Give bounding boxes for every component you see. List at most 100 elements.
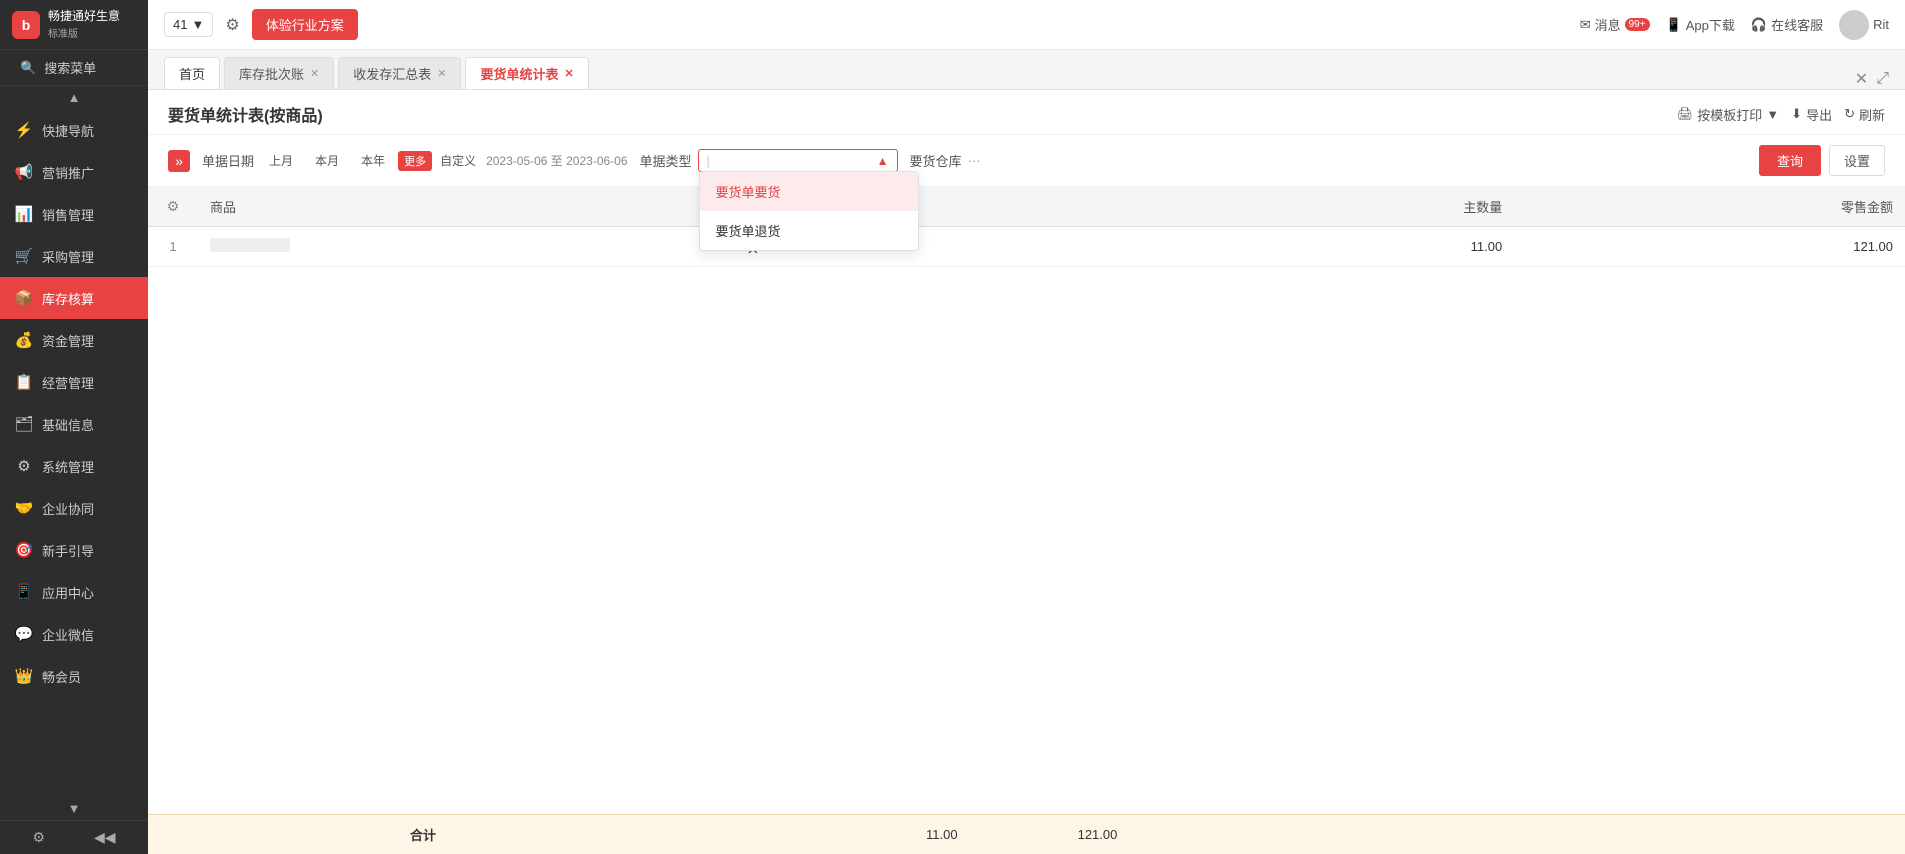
sidebar-item-system[interactable]: ⚙ 系统管理 [0, 445, 148, 487]
refresh-btn[interactable]: ↻ 刷新 [1844, 105, 1885, 124]
filter-doctype-group: 单据类型 | ▲ 要货单要货 要货单退货 [640, 149, 898, 172]
wechat-icon: 💬 [14, 624, 34, 644]
tab-close-all-icon[interactable]: ✕ [1855, 69, 1868, 89]
app-download-label: App下载 [1686, 15, 1735, 34]
sidebar-search[interactable]: 🔍 搜索菜单 [0, 50, 148, 86]
sidebar-item-vip[interactable]: 👑 畅会员 [0, 655, 148, 697]
messages-badge: 99+ [1625, 18, 1650, 31]
doctype-dropdown-menu: 要货单要货 要货单退货 [699, 171, 919, 251]
app-logo-icon: b [12, 11, 40, 39]
phone-icon: 📱 [1666, 17, 1682, 33]
sidebar-scroll-down[interactable]: ▼ [0, 797, 148, 820]
tab-receivable-label: 收发存汇总表 [353, 64, 431, 83]
sidebar: b 畅捷通好生意 标准版 🔍 搜索菜单 ▲ ⚡ 快捷导航 📢 营销推广 📊 销售… [0, 0, 148, 854]
footer-amount: 121.00 [1078, 827, 1118, 842]
footer-qty: 11.00 [926, 827, 958, 842]
filter-doctype-value: | [707, 153, 871, 168]
export-btn[interactable]: ⬇ 导出 [1791, 105, 1832, 124]
print-chevron-icon: ▼ [1766, 107, 1779, 122]
filter-warehouse-group: 要货仓库 ··· [910, 151, 981, 170]
sidebar-collapse-icon[interactable]: ◀◀ [94, 829, 116, 846]
filter-date-custom[interactable]: 自定义 [436, 150, 480, 171]
sidebar-item-finance[interactable]: 💰 资金管理 [0, 319, 148, 361]
trial-btn[interactable]: 体验行业方案 [252, 9, 358, 40]
refresh-label: 刷新 [1859, 105, 1885, 124]
dropdown-item-return[interactable]: 要货单退货 [700, 211, 918, 250]
sidebar-item-label: 企业协同 [42, 499, 94, 518]
dropdown-item-order[interactable]: 要货单要货 [700, 172, 918, 211]
sidebar-scroll-up[interactable]: ▲ [0, 86, 148, 109]
export-label: 导出 [1806, 105, 1832, 124]
product-placeholder [210, 238, 290, 252]
filter-date-label: 单据日期 [202, 151, 254, 170]
tab-requisition[interactable]: 要货单统计表 ✕ [465, 57, 588, 89]
main: 41 ▼ ⚙ 体验行业方案 ✉ 消息 99+ 📱 App下载 🎧 在线客服 R [148, 0, 1905, 854]
cell-amount: 121.00 [1514, 227, 1905, 267]
page-title: 要货单统计表(按商品) [168, 102, 323, 126]
messages-btn[interactable]: ✉ 消息 99+ [1580, 15, 1650, 34]
sidebar-item-sales[interactable]: 📊 销售管理 [0, 193, 148, 235]
sidebar-logo: b 畅捷通好生意 标准版 [0, 0, 148, 50]
search-icon: 🔍 [20, 60, 36, 76]
filter-date-curmonth[interactable]: 本月 [306, 149, 348, 172]
app-download-btn[interactable]: 📱 App下载 [1666, 15, 1735, 34]
app-logo-sub: 标准版 [48, 25, 120, 40]
col-qty: 主数量 [1190, 187, 1514, 227]
table-footer: 合计 11.00 121.00 [148, 814, 1905, 854]
sidebar-item-enterprise[interactable]: 🤝 企业协同 [0, 487, 148, 529]
sidebar-item-operation[interactable]: 📋 经营管理 [0, 361, 148, 403]
print-btn[interactable]: 🖨 按模板打印 ▼ [1677, 105, 1779, 124]
topbar-right: ✉ 消息 99+ 📱 App下载 🎧 在线客服 Rit [1580, 10, 1889, 40]
filter-doctype-dropdown[interactable]: | ▲ 要货单要货 要货单退货 [698, 149, 898, 172]
sidebar-item-wechat[interactable]: 💬 企业微信 [0, 613, 148, 655]
chevron-down-icon: ▼ [191, 17, 204, 32]
filter-date-group: 单据日期 上月 本月 本年 更多 自定义 2023-05-06 至 2023-0… [202, 149, 628, 172]
filter-date-7days[interactable]: 更多 [398, 151, 432, 171]
base-icon: 🗂 [14, 414, 34, 434]
sidebar-item-base[interactable]: 🗂 基础信息 [0, 403, 148, 445]
tab-expand-icon[interactable]: ⤢ [1876, 70, 1889, 88]
tab-batch-close[interactable]: ✕ [310, 67, 319, 80]
print-icon: 🖨 [1677, 106, 1694, 122]
inventory-icon: 📦 [14, 288, 34, 308]
tab-requisition-close[interactable]: ✕ [565, 67, 574, 80]
tab-home[interactable]: 首页 [164, 57, 220, 89]
system-icon: ⚙ [14, 456, 34, 476]
filter-expand-btn[interactable]: » [168, 150, 190, 172]
query-btn[interactable]: 查询 [1759, 145, 1821, 176]
shortcut-icon: ⚡ [14, 120, 34, 140]
sidebar-item-label: 库存核算 [42, 289, 94, 308]
org-selector[interactable]: 41 ▼ [164, 12, 213, 37]
org-selector-value: 41 [173, 17, 187, 32]
user-menu[interactable]: Rit [1839, 10, 1889, 40]
filter-date-curyear[interactable]: 本年 [352, 149, 394, 172]
filter-bar: » 单据日期 上月 本月 本年 更多 自定义 2023-05-06 至 2023… [148, 135, 1905, 187]
page-header: 要货单统计表(按商品) 🖨 按模板打印 ▼ ⬇ 导出 ↻ 刷新 [148, 90, 1905, 135]
filter-warehouse-more[interactable]: ··· [968, 153, 981, 168]
filter-date-lastmonth[interactable]: 上月 [260, 149, 302, 172]
vip-icon: 👑 [14, 666, 34, 686]
sidebar-item-label: 系统管理 [42, 457, 94, 476]
message-icon: ✉ [1580, 17, 1591, 33]
col-settings: ⚙ [148, 187, 198, 227]
settings-btn[interactable]: 设置 [1829, 145, 1885, 176]
tab-batch[interactable]: 库存批次账 ✕ [224, 57, 334, 89]
table-wrapper: ⚙ 商品 主计量单位 主数量 零售金额 [148, 187, 1905, 814]
sidebar-search-label: 搜索菜单 [44, 58, 96, 77]
sidebar-item-appstore[interactable]: 📱 应用中心 [0, 571, 148, 613]
tab-receivable-close[interactable]: ✕ [437, 67, 446, 80]
sidebar-item-inventory[interactable]: 📦 库存核算 [0, 277, 148, 319]
support-btn[interactable]: 🎧 在线客服 [1751, 15, 1823, 34]
export-icon: ⬇ [1791, 106, 1802, 122]
sidebar-item-guide[interactable]: 🎯 新手引导 [0, 529, 148, 571]
tab-receivable[interactable]: 收发存汇总表 ✕ [338, 57, 461, 89]
table-settings-icon[interactable]: ⚙ [167, 198, 180, 214]
sidebar-item-shortcut[interactable]: ⚡ 快捷导航 [0, 109, 148, 151]
guide-icon: 🎯 [14, 540, 34, 560]
sidebar-settings-icon[interactable]: ⚙ [32, 829, 45, 846]
sidebar-item-purchase[interactable]: 🛒 采购管理 [0, 235, 148, 277]
topbar-gear-icon[interactable]: ⚙ [225, 15, 239, 35]
filter-doctype-label: 单据类型 [640, 151, 692, 170]
print-label: 按模板打印 [1697, 105, 1762, 124]
sidebar-item-marketing[interactable]: 📢 营销推广 [0, 151, 148, 193]
